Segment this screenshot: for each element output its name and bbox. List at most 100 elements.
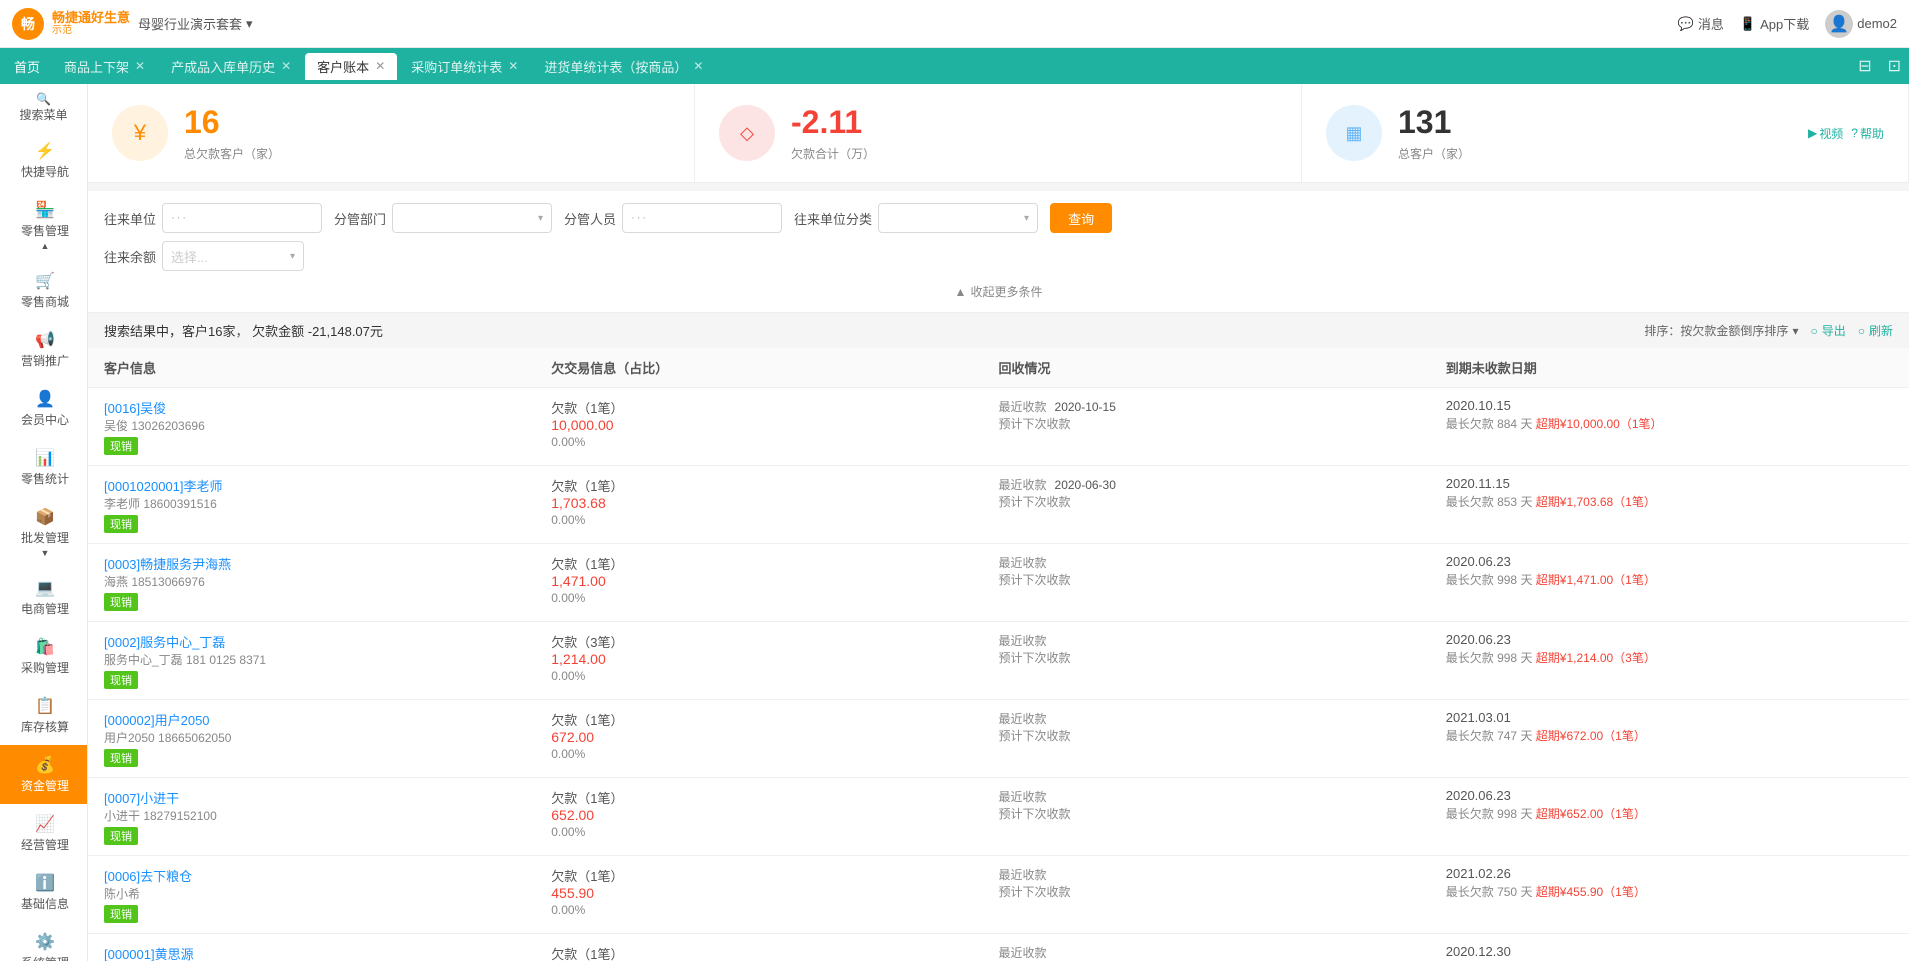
sidebar-item-batch-mgmt[interactable]: 📦 批发管理 ▼ <box>0 497 87 568</box>
customer-id-4[interactable]: [000002]用户2050 <box>104 713 210 728</box>
sidebar: 🔍 搜索菜单 ⚡ 快捷导航 🏪 零售管理 ▲ 🛒 零售商城 📢 营销推广 👤 会… <box>0 84 88 961</box>
remaining-label: 往来余额 <box>104 247 156 266</box>
due-date-6: 2021.02.26 <box>1446 866 1893 881</box>
customer-id-7[interactable]: [000001]黄思源 <box>104 947 194 961</box>
sidebar-item-purchase[interactable]: 🛍️ 采购管理 <box>0 627 87 686</box>
debt-amount-4[interactable]: 672.00 <box>551 729 998 745</box>
dept-select[interactable]: ▾ <box>392 203 552 233</box>
from-unit-input[interactable]: ··· <box>162 203 322 233</box>
tab-expand-button[interactable]: ⊡ <box>1884 56 1905 76</box>
tab-home[interactable]: 首页 <box>4 53 50 80</box>
customer-id-5[interactable]: [0007]小进干 <box>104 791 179 806</box>
tab-collapse-button[interactable]: ⊟ <box>1854 56 1875 76</box>
tab-inventory-stats-close[interactable]: ✕ <box>693 59 703 73</box>
overdue-info-2: 最长欠款 998 天 超期¥1,471.00（1笔） <box>1446 571 1893 588</box>
customer-id-2[interactable]: [0003]畅捷服务尹海燕 <box>104 557 231 572</box>
tab-products-close[interactable]: ✕ <box>135 59 145 73</box>
export-label: 导出 <box>1822 322 1846 339</box>
demo-selector-label: 母婴行业演示套套 <box>138 14 242 33</box>
customer-id-1[interactable]: [0001020001]李老师 <box>104 479 223 494</box>
sidebar-item-ecommerce[interactable]: 💻 电商管理 <box>0 568 87 627</box>
customer-phone-0: 吴俊 13026203696 <box>104 417 551 434</box>
overdue-info-5: 最长欠款 998 天 超期¥652.00（1笔） <box>1446 805 1893 822</box>
quick-nav-icon: ⚡ <box>35 141 55 161</box>
due-info-0: 2020.10.15 最长欠款 884 天 超期¥10,000.00（1笔） <box>1446 398 1893 432</box>
customer-id-6[interactable]: [0006]去下粮仓 <box>104 869 192 884</box>
sidebar-item-basic-info[interactable]: ℹ️ 基础信息 <box>0 863 87 922</box>
tab-purchase-orders[interactable]: 采购订单统计表 ✕ <box>399 53 530 80</box>
customer-id-3[interactable]: [0002]服务中心_丁磊 <box>104 635 225 650</box>
sidebar-item-retail-stats-label: 零售统计 <box>21 470 69 487</box>
sidebar-item-marketing[interactable]: 📢 营销推广 <box>0 320 87 379</box>
tab-customer-accounts-close[interactable]: ✕ <box>375 59 385 73</box>
sidebar-item-retail-mgmt[interactable]: 🏪 零售管理 ▲ <box>0 190 87 261</box>
debtors-label: 总欠款客户（家） <box>184 145 280 162</box>
export-button[interactable]: ○ 导出 <box>1810 322 1845 339</box>
overdue-link-5[interactable]: 超期¥652.00（1笔） <box>1536 807 1646 821</box>
customer-info-1: [0001020001]李老师 李老师 18600391516 现销 <box>104 476 551 533</box>
overdue-link-6[interactable]: 超期¥455.90（1笔） <box>1536 885 1646 899</box>
tab-products[interactable]: 商品上下架 ✕ <box>52 53 157 80</box>
table-row: [0007]小进干 小进干 18279152100 现销 欠款（1笔） 652.… <box>88 778 1909 856</box>
overdue-link-1[interactable]: 超期¥1,703.68（1笔） <box>1536 495 1656 509</box>
collapse-row[interactable]: ▲ 收起更多条件 <box>104 279 1893 304</box>
app-download-button[interactable]: 📱 App下载 <box>1740 14 1809 33</box>
debt-amount-3[interactable]: 1,214.00 <box>551 651 998 667</box>
video-link[interactable]: ▶ 视频 <box>1808 125 1843 142</box>
debt-amount-0[interactable]: 10,000.00 <box>551 417 998 433</box>
sidebar-item-retail-stats[interactable]: 📊 零售统计 <box>0 438 87 497</box>
tab-production-close[interactable]: ✕ <box>281 59 291 73</box>
overdue-link-0[interactable]: 超期¥10,000.00（1笔） <box>1536 417 1663 431</box>
refresh-label: 刷新 <box>1869 322 1893 339</box>
overdue-days-5: 最长欠款 998 天 <box>1446 807 1533 821</box>
app-download-label: App下载 <box>1760 14 1809 33</box>
debt-count-3: 欠款（3笔） <box>551 632 998 651</box>
filter-group-dept: 分管部门 ▾ <box>334 203 552 233</box>
demo-selector[interactable]: 母婴行业演示套套 ▾ <box>138 14 253 33</box>
sidebar-item-finance-label: 资金管理 <box>21 777 69 794</box>
person-input[interactable]: ··· <box>622 203 782 233</box>
sort-dropdown[interactable]: 排序：按欠款金额倒序排序 ▾ <box>1644 322 1798 339</box>
sidebar-item-quick-nav-label: 快捷导航 <box>21 163 69 180</box>
overdue-link-4[interactable]: 超期¥672.00（1笔） <box>1536 729 1646 743</box>
customer-id-0[interactable]: [0016]吴俊 <box>104 401 166 416</box>
chevron-icon: ▲ <box>41 241 50 251</box>
help-link[interactable]: ? 帮助 <box>1851 125 1884 142</box>
debt-info-1: 欠款（1笔） 1,703.68 0.00% <box>551 476 998 527</box>
debt-amount-5[interactable]: 652.00 <box>551 807 998 823</box>
sidebar-item-finance[interactable]: 💰 资金管理 <box>0 745 87 804</box>
sidebar-item-retail-mall[interactable]: 🛒 零售商城 <box>0 261 87 320</box>
sidebar-item-purchase-label: 采购管理 <box>21 659 69 676</box>
remaining-select[interactable]: 选择... ▾ <box>162 241 304 271</box>
tab-customer-accounts[interactable]: 客户账本 ✕ <box>305 53 397 80</box>
debt-percent-4: 0.00% <box>551 747 998 761</box>
classification-select[interactable]: ▾ <box>878 203 1038 233</box>
debt-amount-2[interactable]: 1,471.00 <box>551 573 998 589</box>
sidebar-item-operations[interactable]: 📈 经营管理 <box>0 804 87 863</box>
recovery-4: 最近收款 预计下次收款 <box>999 710 1446 744</box>
debt-amount-1[interactable]: 1,703.68 <box>551 495 998 511</box>
sidebar-item-inventory[interactable]: 📋 库存核算 <box>0 686 87 745</box>
col-due-date: 到期未收款日期 <box>1446 358 1893 377</box>
total-customers-icon: ▦ <box>1326 105 1382 161</box>
tab-production[interactable]: 产成品入库单历史 ✕ <box>159 53 303 80</box>
query-button[interactable]: 查询 <box>1050 203 1112 233</box>
tab-purchase-orders-close[interactable]: ✕ <box>508 59 518 73</box>
message-button[interactable]: 💬 消息 <box>1678 14 1724 33</box>
debt-amount-6[interactable]: 455.90 <box>551 885 998 901</box>
sidebar-item-member-center[interactable]: 👤 会员中心 <box>0 379 87 438</box>
refresh-button[interactable]: ○ 刷新 <box>1858 322 1893 339</box>
tab-inventory-stats[interactable]: 进货单统计表（按商品） ✕ <box>532 53 715 80</box>
user-profile[interactable]: 👤 demo2 <box>1825 10 1897 38</box>
sidebar-item-quick-nav[interactable]: ⚡ 快捷导航 <box>0 131 87 190</box>
tab-purchase-orders-label: 采购订单统计表 <box>411 57 502 76</box>
debt-total-value: -2.11 <box>791 104 875 141</box>
sidebar-item-search-menu[interactable]: 🔍 搜索菜单 <box>0 84 87 131</box>
recovery-next-6: 预计下次收款 <box>999 883 1446 900</box>
sidebar-item-system[interactable]: ⚙️ 系统管理 <box>0 922 87 961</box>
overdue-link-3[interactable]: 超期¥1,214.00（3笔） <box>1536 651 1656 665</box>
from-unit-dots: ··· <box>171 212 188 224</box>
logo-icon: 畅 <box>12 8 44 40</box>
help-icon: ? <box>1851 126 1858 140</box>
overdue-link-2[interactable]: 超期¥1,471.00（1笔） <box>1536 573 1656 587</box>
